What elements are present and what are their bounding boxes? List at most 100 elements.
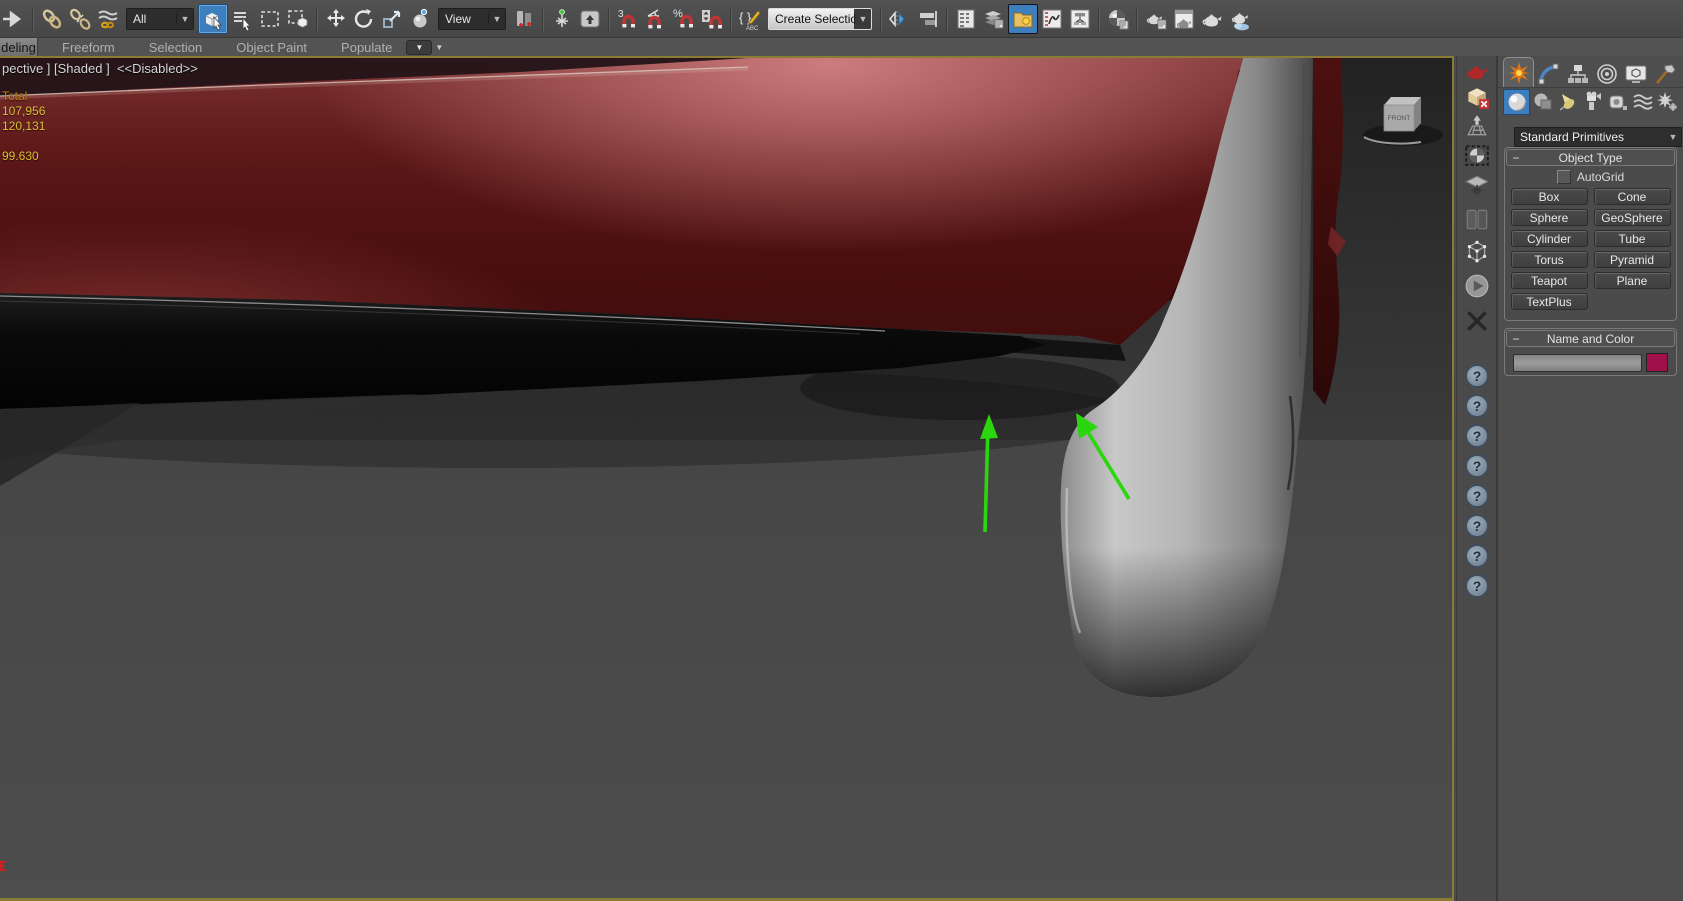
textplus-button[interactable]: TextPlus (1510, 293, 1588, 310)
box-delete-icon[interactable] (1464, 84, 1490, 110)
render-setup-icon[interactable] (1142, 5, 1170, 33)
primitive-buttons: Box Cone Sphere GeoSphere Cylinder Tube … (1505, 187, 1676, 318)
help-question-button[interactable]: ? (1465, 574, 1489, 598)
category-cameras[interactable] (1580, 90, 1605, 114)
object-name-input[interactable] (1513, 353, 1642, 372)
help-question-button[interactable]: ? (1465, 364, 1489, 388)
window-crossing-toggle-icon[interactable] (284, 5, 312, 33)
category-helpers[interactable] (1605, 90, 1630, 114)
select-and-place-icon[interactable] (406, 5, 434, 33)
object-type-rollout-header[interactable]: − Object Type (1506, 149, 1675, 166)
reference-coordinate-dropdown[interactable]: View ▼ (438, 7, 506, 30)
percent-snap-toggle-icon[interactable]: % (670, 5, 698, 33)
ribbon-tab-populate[interactable]: Populate (341, 38, 392, 56)
rectangular-selection-region-icon[interactable] (256, 5, 284, 33)
help-question-button[interactable]: ? (1465, 484, 1489, 508)
help-question-button[interactable]: ? (1465, 514, 1489, 538)
help-question-button[interactable]: ? (1465, 544, 1489, 568)
sphere-button[interactable]: Sphere (1510, 209, 1588, 226)
ribbon-tab-freeform[interactable]: Freeform (62, 38, 115, 56)
select-and-manipulate-icon[interactable] (548, 5, 576, 33)
help-question-button[interactable]: ? (1465, 424, 1489, 448)
tab-utilities[interactable] (1650, 60, 1679, 87)
keyboard-shortcut-override-icon[interactable] (576, 5, 604, 33)
curve-editor-icon[interactable] (1038, 5, 1066, 33)
autogrid-label: AutoGrid (1576, 170, 1625, 184)
tab-hierarchy[interactable] (1563, 60, 1592, 87)
geosphere-button[interactable]: GeoSphere (1593, 209, 1671, 226)
render-in-cloud-icon[interactable] (1226, 5, 1254, 33)
mirror-icon[interactable] (886, 5, 914, 33)
ribbon-tab-object-paint[interactable]: Object Paint (236, 38, 307, 56)
toolbar-separator (316, 6, 318, 31)
snaps-toggle-3d-icon[interactable]: 3 (614, 5, 642, 33)
category-shapes[interactable] (1530, 90, 1555, 114)
select-and-rotate-icon[interactable] (350, 5, 378, 33)
viewport-label[interactable]: pective ] [Shaded ] <<Disabled>> (2, 61, 198, 76)
tube-button[interactable]: Tube (1593, 230, 1671, 247)
viewport-perspective[interactable]: FRONT pective ] [Shaded ] <<Disabled>> T… (0, 56, 1454, 901)
teapot-button[interactable]: Teapot (1510, 272, 1588, 289)
torus-button[interactable]: Torus (1510, 251, 1588, 268)
tab-display[interactable] (1621, 60, 1650, 87)
named-selection-sets-value: Create Selection Se (769, 8, 854, 29)
name-color-rollout-header[interactable]: − Name and Color (1506, 330, 1675, 347)
angle-snap-toggle-icon[interactable] (642, 5, 670, 33)
select-object-button[interactable] (198, 3, 228, 34)
category-systems[interactable] (1655, 90, 1680, 114)
play-icon[interactable] (1464, 273, 1490, 299)
cone-button[interactable]: Cone (1593, 188, 1671, 205)
ribbon-minimize-button[interactable]: ▼ ▼ (406, 38, 443, 56)
lattice-cube-icon[interactable] (1464, 238, 1490, 264)
named-selection-sets-dropdown[interactable]: Create Selection Se▼ (768, 7, 872, 30)
help-question-button[interactable]: ? (1465, 454, 1489, 478)
toggle-scene-explorer-icon[interactable] (952, 5, 980, 33)
panels-icon[interactable] (1464, 206, 1490, 232)
plane-button[interactable]: Plane (1593, 272, 1671, 289)
align-icon[interactable] (914, 5, 942, 33)
autogrid-checkbox[interactable] (1556, 170, 1571, 184)
collapse-icon: − (1512, 150, 1520, 165)
tab-motion[interactable] (1592, 60, 1621, 87)
toggle-layer-explorer-icon[interactable] (980, 5, 1008, 33)
checker-diamond-icon[interactable] (1464, 173, 1490, 199)
material-editor-icon[interactable] (1104, 5, 1132, 33)
geometry-category-value: Standard Primitives (1520, 130, 1625, 144)
schematic-view-icon[interactable] (1066, 5, 1094, 33)
tab-modify[interactable] (1534, 60, 1563, 87)
tab-create[interactable] (1503, 57, 1534, 87)
select-and-move-icon[interactable] (322, 5, 350, 33)
category-lights[interactable] (1555, 90, 1580, 114)
category-space-warps[interactable] (1630, 90, 1655, 114)
use-pivot-point-center-icon[interactable] (510, 5, 538, 33)
help-question-button[interactable]: ? (1465, 394, 1489, 418)
redo-icon[interactable] (0, 5, 28, 33)
checker-select-icon[interactable] (1464, 142, 1490, 168)
bind-to-space-warp-icon[interactable] (94, 5, 122, 33)
render-production-icon[interactable] (1198, 5, 1226, 33)
select-by-name-icon[interactable] (228, 5, 256, 33)
rendered-frame-window-icon[interactable] (1170, 5, 1198, 33)
geometry-category-dropdown[interactable]: Standard Primitives ▼ (1514, 127, 1682, 147)
selection-filter-value: All (133, 11, 147, 26)
reference-coordinate-value: View (445, 11, 471, 26)
ribbon-tab-modeling[interactable]: deling (0, 38, 38, 56)
spinner-snap-toggle-icon[interactable] (698, 5, 726, 33)
select-and-link-icon[interactable] (38, 5, 66, 33)
collapse-icon: − (1512, 331, 1520, 346)
ribbon-tab-selection[interactable]: Selection (149, 38, 202, 56)
teapot-red-icon[interactable] (1464, 58, 1490, 84)
cylinder-button[interactable]: Cylinder (1510, 230, 1588, 247)
unlink-selection-icon[interactable] (66, 5, 94, 33)
box-button[interactable]: Box (1510, 188, 1588, 205)
close-x-icon[interactable] (1464, 308, 1490, 334)
pyramid-button[interactable]: Pyramid (1593, 251, 1671, 268)
chevron-down-icon: ▼ (854, 13, 871, 24)
category-geometry[interactable] (1503, 89, 1530, 115)
grid-arrow-icon[interactable] (1464, 113, 1490, 139)
selection-filter-dropdown[interactable]: All ▼ (126, 7, 194, 30)
select-and-scale-icon[interactable] (378, 5, 406, 33)
toggle-ribbon-icon[interactable] (1008, 3, 1038, 34)
object-color-swatch[interactable] (1646, 353, 1668, 372)
edit-named-selection-sets-icon[interactable]: { } ABC (736, 5, 764, 33)
